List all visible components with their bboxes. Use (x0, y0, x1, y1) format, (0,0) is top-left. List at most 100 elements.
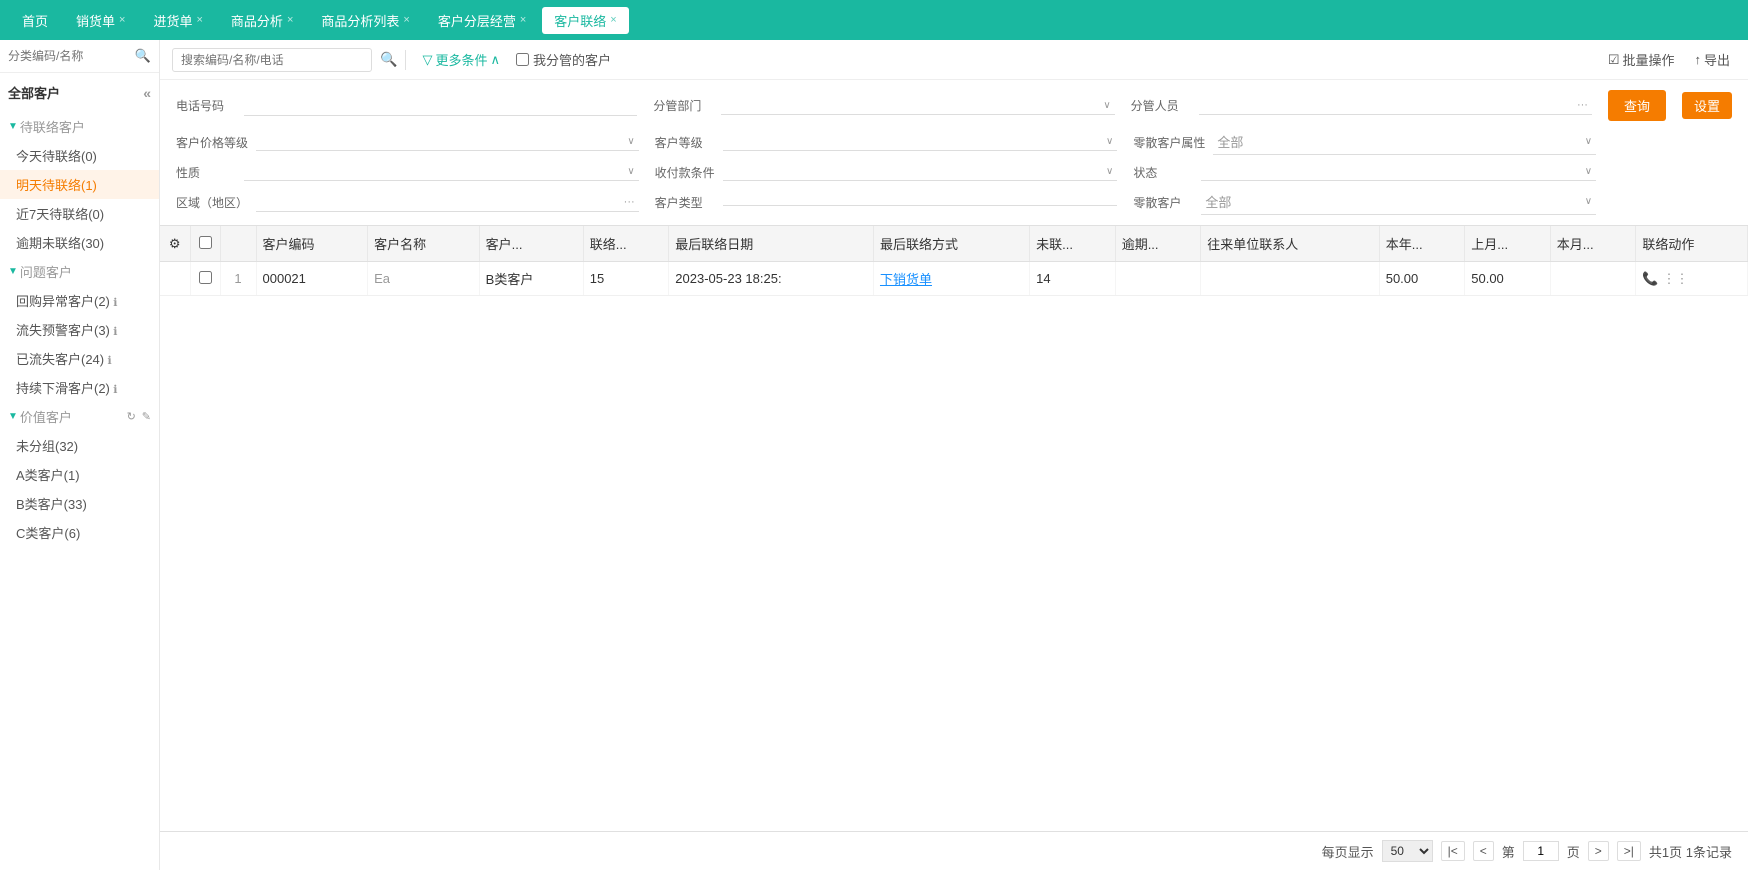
sidebar-collapse-icon[interactable]: « (143, 85, 151, 101)
row-this-year-0: 50.00 (1379, 262, 1465, 296)
search-input[interactable] (172, 48, 372, 72)
search-btn[interactable]: 🔍 (380, 51, 397, 68)
sidebar-item-7days-pending[interactable]: 近7天待联络(0) (0, 199, 159, 228)
nav-goods-analysis-close[interactable]: × (287, 14, 293, 26)
nav-purchase-close[interactable]: × (196, 14, 202, 26)
person-select[interactable]: ··· (1199, 96, 1592, 115)
info-icon-churn-warning: ℹ (113, 326, 117, 338)
adv-filter-row3: 性质 ∨ 收付款条件 ∨ 状态 (176, 163, 1732, 181)
sidebar-all-customers-header[interactable]: 全部客户 « (0, 77, 159, 108)
action-call-icon-0[interactable]: 📞 (1642, 271, 1658, 286)
nav-sales-close[interactable]: × (119, 14, 125, 26)
sidebar-search-input[interactable] (8, 49, 131, 63)
nav-goods-analysis-list-close[interactable]: × (403, 14, 409, 26)
sidebar-pending-label: ▼ 待联络客户 (0, 112, 159, 141)
col-check[interactable] (190, 226, 220, 262)
col-type[interactable]: 客户... (479, 226, 583, 262)
table-container: ⚙ 客户编码 客户名称 客户... 联络... 最后联络日期 最后联络方式 未联… (160, 226, 1748, 831)
nav-customer-contact[interactable]: 客户联络 × (542, 7, 628, 34)
sidebar-value-edit[interactable]: ✎ (142, 410, 151, 423)
col-last-month[interactable]: 上月... (1465, 226, 1551, 262)
nav-customer-segment[interactable]: 客户分层经营 × (426, 7, 538, 34)
customer-level-select[interactable]: ∨ (723, 133, 1118, 151)
sidebar-item-overdue-pending[interactable]: 逾期未联络(30) (0, 228, 159, 257)
batch-icon: ☑ (1608, 52, 1620, 68)
query-btn[interactable]: 查询 (1608, 90, 1666, 121)
customer-type-field: 客户类型 (655, 194, 1118, 211)
first-page-btn[interactable]: |< (1441, 841, 1465, 861)
sidebar-item-tomorrow-pending[interactable]: 明天待联络(1) (0, 170, 159, 199)
my-customers-checkbox-label[interactable]: 我分管的客户 (516, 50, 611, 69)
next-page-btn[interactable]: > (1588, 841, 1609, 861)
sidebar-item-ungrouped[interactable]: 未分组(32) (0, 431, 159, 460)
price-level-field: 客户价格等级 ∨ (176, 133, 639, 151)
sidebar-item-churn-warning[interactable]: 流失预警客户(3) ℹ (0, 315, 159, 344)
payment-select[interactable]: ∨ (723, 163, 1118, 181)
row-action-0[interactable]: 📞 ⋮⋮ (1636, 262, 1748, 296)
sidebar-item-declining[interactable]: 持续下滑客户(2) ℹ (0, 373, 159, 402)
top-right-actions: ☑ 批量操作 ↑ 导出 (1602, 46, 1736, 73)
dept-select[interactable]: ∨ (721, 97, 1114, 115)
sidebar-search-icon[interactable]: 🔍 (135, 48, 151, 64)
table-row: 1 000021 Ea B类客户 15 2023-05-23 18:25: 下销… (160, 262, 1748, 296)
row-last-method-0[interactable]: 下销货单 (873, 262, 1029, 296)
col-last-method[interactable]: 最后联络方式 (873, 226, 1029, 262)
col-gear[interactable]: ⚙ (160, 226, 190, 262)
chevron-up-icon: ∧ (490, 52, 500, 68)
sidebar-item-churned[interactable]: 已流失客户(24) ℹ (0, 344, 159, 373)
nav-home[interactable]: 首页 (10, 7, 60, 34)
sidebar-value-refresh[interactable]: ↻ (127, 410, 136, 423)
more-conditions-btn[interactable]: ▽ 更多条件 ∧ (414, 46, 508, 73)
filter-bar: 🔍 ▽ 更多条件 ∧ 我分管的客户 ☑ 批量操作 ↑ 导出 (160, 40, 1748, 80)
my-customers-checkbox[interactable] (516, 53, 529, 66)
last-page-btn[interactable]: >| (1617, 841, 1641, 861)
adv-filter-row1: 电话号码 分管部门 ∨ 分管人员 ··· 查 (176, 90, 1732, 121)
sidebar-item-today-pending[interactable]: 今天待联络(0) (0, 141, 159, 170)
col-name[interactable]: 客户名称 (368, 226, 480, 262)
col-unit-contact[interactable]: 往来单位联系人 (1201, 226, 1380, 262)
row-uncontacted-0: 14 (1030, 262, 1116, 296)
per-page-select[interactable]: 50 100 200 (1382, 840, 1433, 862)
action-more-icon-0[interactable]: ⋮⋮ (1663, 271, 1689, 286)
status-field: 状态 ∨ (1133, 163, 1596, 181)
batch-operations-btn[interactable]: ☑ 批量操作 (1602, 46, 1681, 73)
page-input[interactable] (1523, 841, 1559, 861)
row-check-0[interactable] (190, 262, 220, 296)
nav-sales[interactable]: 销货单 × (64, 7, 137, 34)
sidebar-item-a-class[interactable]: A类客户(1) (0, 460, 159, 489)
nav-customer-segment-close[interactable]: × (520, 14, 526, 26)
col-this-month[interactable]: 本月... (1550, 226, 1636, 262)
nav-purchase[interactable]: 进货单 × (141, 7, 214, 34)
sidebar-value-arrow: ▼ (8, 411, 18, 422)
col-uncontacted[interactable]: 未联... (1030, 226, 1116, 262)
nav-customer-contact-close[interactable]: × (610, 14, 616, 26)
col-action[interactable]: 联络动作 (1636, 226, 1748, 262)
select-all-checkbox[interactable] (199, 236, 212, 249)
col-overdue[interactable]: 逾期... (1115, 226, 1201, 262)
col-contact[interactable]: 联络... (583, 226, 669, 262)
sidebar-all-customers-section: 全部客户 « (0, 73, 159, 112)
retail-attr-select[interactable]: 全部 ∨ (1213, 129, 1596, 155)
sidebar-item-abnormal[interactable]: 回购异常客户(2) ℹ (0, 286, 159, 315)
status-select[interactable]: ∨ (1201, 163, 1596, 181)
price-level-select[interactable]: ∨ (256, 133, 639, 151)
phone-input[interactable] (244, 95, 637, 116)
col-code[interactable]: 客户编码 (256, 226, 368, 262)
sidebar-item-b-class[interactable]: B类客户(33) (0, 489, 159, 518)
row-contact-0: 15 (583, 262, 669, 296)
settings-btn[interactable]: 设置 (1682, 92, 1732, 119)
region-select[interactable]: ··· (256, 193, 639, 212)
col-last-date[interactable]: 最后联络日期 (669, 226, 874, 262)
info-icon-abnormal: ℹ (113, 297, 117, 309)
nature-select[interactable]: ∨ (244, 163, 639, 181)
customer-type-select[interactable] (723, 199, 1118, 206)
sidebar-item-c-class[interactable]: C类客户(6) (0, 518, 159, 547)
prev-page-btn[interactable]: < (1473, 841, 1494, 861)
retail-select[interactable]: 全部 ∨ (1201, 189, 1596, 215)
nav-goods-analysis-list[interactable]: 商品分析列表 × (309, 7, 421, 34)
col-this-year[interactable]: 本年... (1379, 226, 1465, 262)
export-btn[interactable]: ↑ 导出 (1688, 46, 1736, 73)
row-name-0: Ea (368, 262, 480, 296)
nav-goods-analysis[interactable]: 商品分析 × (219, 7, 305, 34)
sidebar-problem-label: ▼ 问题客户 (0, 257, 159, 286)
